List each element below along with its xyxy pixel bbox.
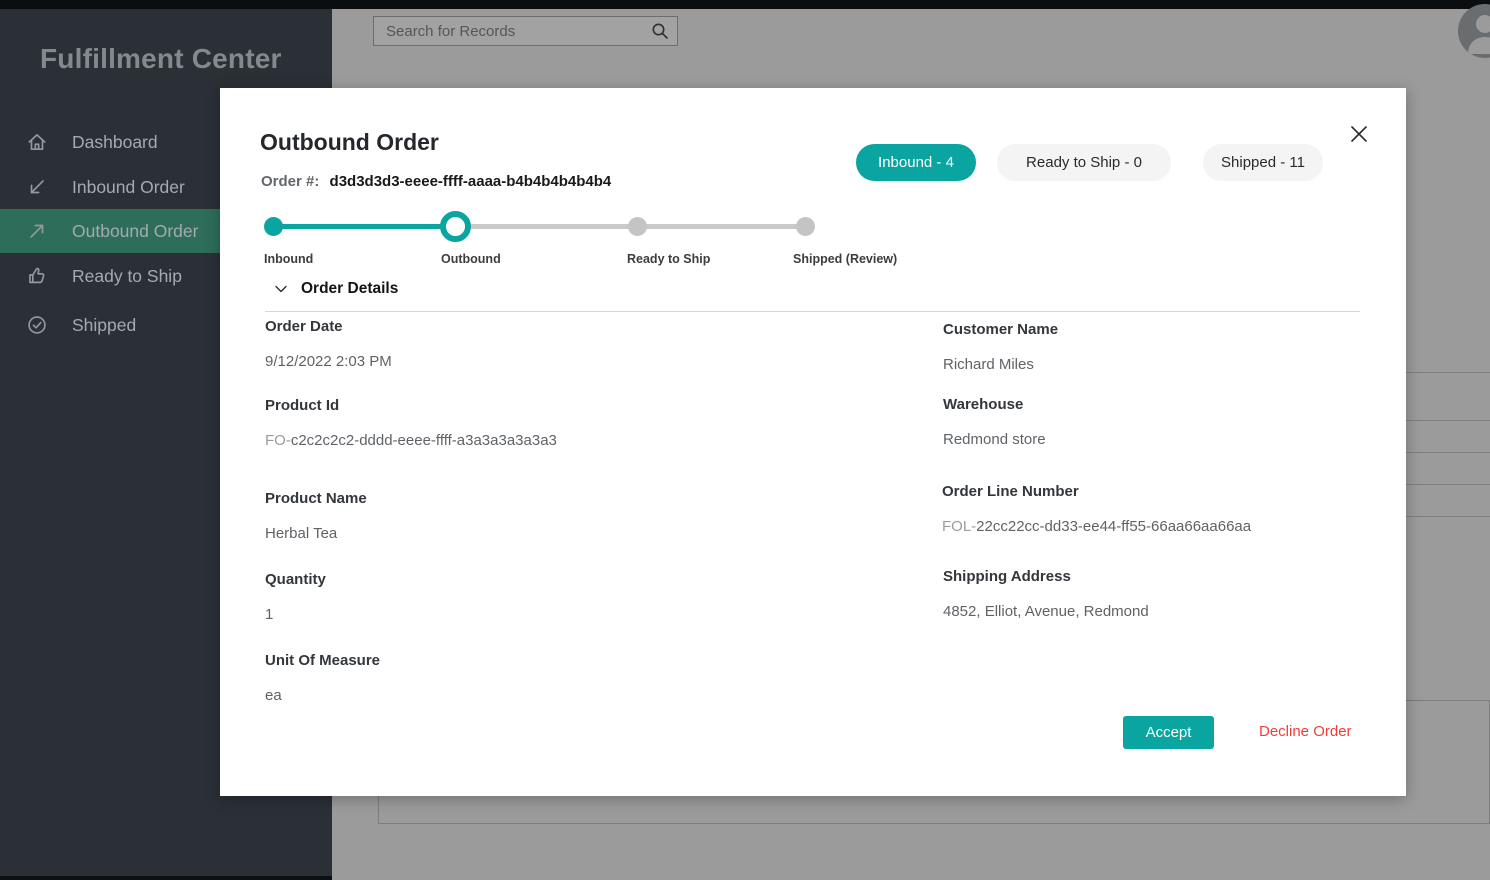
sidebar-item-label: Outbound Order [72, 220, 199, 241]
field-label: Warehouse [943, 396, 1024, 413]
record-search [373, 16, 678, 46]
field-label: Product Name [265, 490, 367, 507]
field-value: FO-c2c2c2c2-dddd-eeee-ffff-a3a3a3a3a3a3 [265, 432, 557, 449]
step-dot-ready-to-ship [628, 217, 647, 236]
field-label: Product Id [265, 397, 340, 414]
search-icon[interactable] [650, 21, 670, 41]
order-progress-stepper: Inbound Outbound Ready to Ship Shipped (… [260, 208, 1040, 278]
field-warehouse: Warehouse Redmond store [943, 396, 1046, 448]
field-label: Unit Of Measure [265, 652, 381, 669]
pill-shipped-count[interactable]: Shipped - 11 [1203, 144, 1323, 181]
step-label-ready-to-ship: Ready to Ship [627, 252, 711, 266]
id-prefix: FO- [265, 432, 291, 449]
top-black-bar [0, 0, 1490, 9]
field-label: Order Date [265, 318, 343, 335]
section-title: Order Details [301, 280, 399, 297]
field-order-line-number: Order Line Number FOL-22cc22cc-dd33-ee44… [942, 483, 1251, 535]
dialog-title: Outbound Order [260, 129, 439, 155]
dimmed-table-row-line [1406, 372, 1490, 373]
dimmed-table-row-line [1406, 452, 1490, 453]
close-icon[interactable] [1348, 123, 1370, 145]
decline-order-button[interactable]: Decline Order [1259, 723, 1352, 740]
sidebar-item-label: Shipped [72, 314, 137, 335]
field-order-date: Order Date 9/12/2022 2:03 PM [265, 318, 392, 370]
field-label: Order Line Number [942, 483, 1079, 500]
field-value: Richard Miles [943, 356, 1034, 373]
order-number-row: Order #: d3d3d3d3-eeee-ffff-aaaa-b4b4b4b… [261, 173, 611, 190]
field-label: Quantity [265, 571, 326, 588]
dimmed-table-row-line [1406, 516, 1490, 517]
field-product-id: Product Id FO-c2c2c2c2-dddd-eeee-ffff-a3… [265, 397, 557, 449]
field-value: Redmond store [943, 431, 1046, 448]
user-avatar[interactable] [1458, 4, 1490, 58]
step-dot-shipped [796, 217, 815, 236]
thumbs-up-icon [26, 265, 48, 287]
home-icon [26, 131, 48, 153]
arrow-up-right-icon [26, 220, 48, 242]
pill-inbound-count[interactable]: Inbound - 4 [856, 144, 976, 181]
field-unit-of-measure: Unit Of Measure ea [265, 652, 380, 704]
sidebar-item-label: Dashboard [72, 131, 158, 152]
field-value: Herbal Tea [265, 525, 338, 542]
step-label-inbound: Inbound [264, 252, 314, 266]
field-value: 4852, Elliot, Avenue, Redmond [943, 603, 1149, 620]
field-quantity: Quantity 1 [265, 571, 326, 623]
order-number-label: Order #: [261, 173, 320, 190]
order-details-section-toggle[interactable]: Order Details [272, 280, 398, 298]
dimmed-table-row-line [1406, 420, 1490, 421]
step-dot-outbound-current [440, 211, 471, 242]
check-circle-icon [26, 314, 48, 336]
pill-ready-to-ship-count[interactable]: Ready to Ship - 0 [997, 144, 1171, 181]
chevron-down-icon [272, 280, 290, 298]
stepper-line-complete [273, 224, 455, 229]
field-value: ea [265, 687, 282, 704]
field-shipping-address: Shipping Address 4852, Elliot, Avenue, R… [943, 568, 1149, 620]
step-label-shipped-review: Shipped (Review) [793, 252, 898, 266]
field-label: Customer Name [943, 321, 1059, 338]
field-value: 9/12/2022 2:03 PM [265, 353, 392, 370]
step-label-outbound: Outbound [441, 252, 501, 266]
step-dot-inbound [264, 217, 283, 236]
sidebar-item-label: Inbound Order [72, 176, 185, 197]
field-customer-name: Customer Name Richard Miles [943, 321, 1058, 373]
search-input[interactable] [373, 16, 678, 46]
accept-button[interactable]: Accept [1123, 716, 1214, 749]
order-number-value: d3d3d3d3-eeee-ffff-aaaa-b4b4b4b4b4b4 [329, 173, 612, 190]
sidebar-bottom-strip [0, 876, 332, 880]
sidebar-item-label: Ready to Ship [72, 265, 182, 286]
app-title: Fulfillment Center [40, 43, 282, 74]
field-value: 1 [265, 606, 274, 623]
field-product-name: Product Name Herbal Tea [265, 490, 367, 542]
arrow-down-left-icon [26, 176, 48, 198]
field-value: FOL-22cc22cc-dd33-ee44-ff55-66aa66aa66aa [942, 518, 1252, 535]
section-divider [265, 311, 1360, 312]
dimmed-table-row-line [1406, 484, 1490, 485]
id-prefix: FOL- [942, 518, 977, 535]
outbound-order-dialog: Outbound Order Order #: d3d3d3d3-eeee-ff… [220, 88, 1406, 796]
field-label: Shipping Address [943, 568, 1071, 585]
